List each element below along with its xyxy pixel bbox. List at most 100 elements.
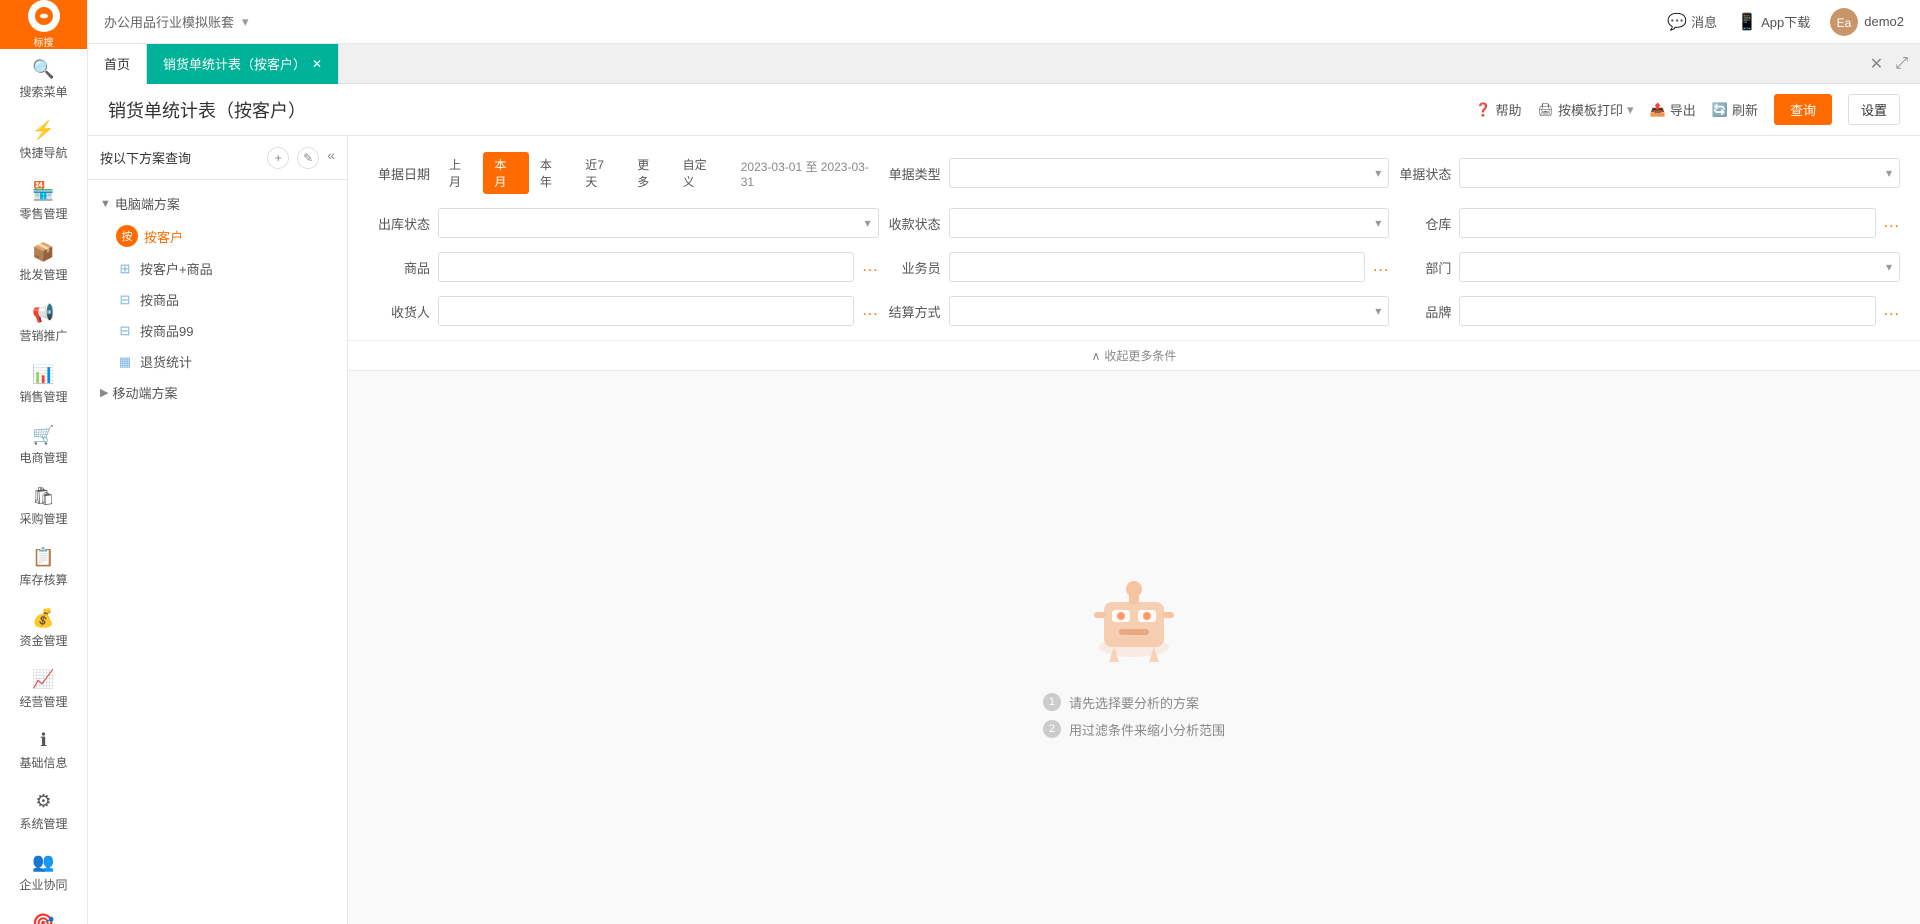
sidebar-item-5[interactable]: 📊销售管理 [0, 354, 88, 415]
type-select[interactable] [949, 158, 1390, 188]
goods-dots-button[interactable]: ... [862, 258, 878, 276]
date-tab-this-month[interactable]: 本月 [483, 152, 528, 194]
add-scheme-button[interactable]: + [267, 147, 289, 169]
warehouse-dots-button[interactable]: ... [1884, 214, 1900, 232]
staff-dots-button[interactable]: ... [1373, 258, 1389, 276]
sidebar-label-3: 批发管理 [19, 266, 67, 283]
settle-select[interactable] [949, 296, 1390, 326]
tree-item-icon-return: ▦ [116, 353, 134, 371]
app-download-button[interactable]: 📱 App下载 [1737, 12, 1810, 32]
message-button[interactable]: 💬 消息 [1667, 12, 1717, 32]
date-tab-last-month[interactable]: 上月 [438, 152, 483, 194]
sidebar-item-1[interactable]: ⚡快捷导航 [0, 110, 88, 171]
logo-text: 标搜 [34, 34, 54, 49]
tab-sales-stats[interactable]: 销货单统计表（按客户） ✕ [147, 44, 339, 84]
settings-button[interactable]: 设置 [1848, 94, 1900, 125]
tree-item-return-label: 退货统计 [140, 352, 192, 371]
help-button[interactable]: ❓ 帮助 [1475, 100, 1521, 119]
refresh-icon: 🔄 [1712, 102, 1728, 118]
sidebar-item-11[interactable]: ℹ基础信息 [0, 720, 88, 781]
date-tab-7days[interactable]: 近7天 [574, 152, 626, 194]
goods-input[interactable] [438, 252, 854, 282]
collapse-filter-button[interactable]: ∧ 收起更多条件 [348, 340, 1920, 370]
sidebar-item-4[interactable]: 📢营销推广 [0, 293, 88, 354]
tree-group-mobile-header[interactable]: ▶ 移动端方案 [88, 377, 347, 408]
out-status-select[interactable] [438, 208, 879, 238]
tree-item-customer-label: 按客户 [144, 227, 183, 246]
help-label: 帮助 [1495, 100, 1521, 119]
staff-control: ... [949, 252, 1390, 282]
export-icon: 📤 [1650, 102, 1666, 118]
tree-item-by-goods99[interactable]: ⊟ 按商品99 [88, 315, 347, 346]
sidebar-item-0[interactable]: 🔍搜索菜单 [0, 49, 88, 110]
print-button[interactable]: 🖨 按模板打印 ▾ [1538, 100, 1634, 119]
receiver-dots-button[interactable]: ... [862, 302, 878, 320]
logo-icon [28, 0, 60, 32]
app-logo: 标搜 [0, 0, 88, 49]
brand-dots-button[interactable]: ... [1884, 302, 1900, 320]
sidebar-icon-0: 🔍 [32, 59, 54, 80]
payment-status-control [949, 208, 1390, 238]
sidebar-label-8: 库存核算 [19, 571, 67, 588]
edit-icon: ✎ [303, 151, 313, 165]
sidebar-icon-5: 📊 [32, 364, 54, 385]
brand-input[interactable] [1459, 296, 1875, 326]
date-range-display: 2023-03-01 至 2023-03-31 [741, 158, 879, 189]
sidebar-item-6[interactable]: 🛒电商管理 [0, 415, 88, 476]
payment-status-select[interactable] [949, 208, 1390, 238]
collapse-panel-button[interactable]: « [327, 147, 335, 169]
tree-item-by-goods[interactable]: ⊟ 按商品 [88, 284, 347, 315]
tree-arrow-right-icon: ▶ [100, 386, 108, 399]
sidebar-icon-2: 🏪 [32, 181, 54, 202]
sidebar-icon-8: 📋 [32, 547, 54, 568]
header-chevron[interactable]: ▾ [242, 14, 249, 30]
tree-item-by-customer[interactable]: 按 按客户 [88, 219, 347, 253]
sidebar-icon-13: 👥 [32, 852, 54, 873]
refresh-button[interactable]: 🔄 刷新 [1712, 100, 1758, 119]
sidebar-item-7[interactable]: 🛍采购管理 [0, 476, 88, 537]
brand-label: 品牌 [1389, 302, 1459, 321]
tab-close-all-button[interactable]: ✕ [1870, 54, 1883, 74]
sidebar-label-12: 系统管理 [19, 815, 67, 832]
user-area[interactable]: demo2 [1830, 8, 1904, 36]
tab-close-button[interactable]: ✕ [312, 57, 322, 71]
tab-home[interactable]: 首页 [88, 44, 147, 84]
date-tab-custom[interactable]: 自定义 [672, 152, 729, 194]
sidebar-item-9[interactable]: 💰资金管理 [0, 598, 88, 659]
sidebar-item-10[interactable]: 📈经营管理 [0, 659, 88, 720]
date-tab-more[interactable]: 更多 [626, 152, 671, 194]
type-label: 单据类型 [879, 164, 949, 183]
dept-select[interactable] [1459, 252, 1900, 282]
date-tab-this-year[interactable]: 本年 [529, 152, 574, 194]
sidebar-item-12[interactable]: ⚙系统管理 [0, 781, 88, 842]
edit-scheme-button[interactable]: ✎ [297, 147, 319, 169]
query-button[interactable]: 查询 [1774, 94, 1832, 125]
sidebar-item-8[interactable]: 📋 库存核算 [0, 537, 88, 598]
sidebar-item-14[interactable]: 🎯新手引导 [0, 903, 88, 924]
tree-item-by-customer-goods[interactable]: ⊞ 按客户+商品 [88, 253, 347, 284]
message-icon: 💬 [1667, 12, 1687, 32]
empty-tips: 1 请先选择要分析的方案 2 用过滤条件来缩小分析范围 [1043, 693, 1225, 739]
date-tabs: 上月 本月 本年 近7天 更多 自定义 2023-03-01 至 2023-03… [438, 152, 879, 194]
tab-fullscreen-button[interactable]: ⤢ [1895, 55, 1908, 73]
tree-group-pc: ▼ 电脑端方案 按 按客户 ⊞ 按客户+商品 ⊟ 按商品 [88, 188, 347, 377]
sidebar-item-3[interactable]: 📦批发管理 [0, 232, 88, 293]
warehouse-input[interactable] [1459, 208, 1875, 238]
sidebar-item-13[interactable]: 👥企业协同 [0, 842, 88, 903]
receiver-input[interactable] [438, 296, 854, 326]
tree-group-pc-header[interactable]: ▼ 电脑端方案 [88, 188, 347, 219]
print-icon: 🖨 [1538, 102, 1555, 118]
collapse-arrow-icon: ∧ [1092, 349, 1101, 363]
sidebar: 标搜 🔍搜索菜单⚡快捷导航🏪零售管理📦批发管理📢营销推广📊销售管理🛒电商管理🛍采… [0, 0, 88, 924]
export-button[interactable]: 📤 导出 [1650, 100, 1696, 119]
tree-item-return-stats[interactable]: ▦ 退货统计 [88, 346, 347, 377]
add-icon: + [275, 151, 282, 165]
tree-item-icon-goods: ⊟ [116, 291, 134, 309]
sidebar-label-7: 采购管理 [19, 510, 67, 527]
staff-input[interactable] [949, 252, 1365, 282]
sidebar-label-1: 快捷导航 [19, 144, 67, 161]
status-select[interactable] [1459, 158, 1900, 188]
header-left: 办公用品行业模拟账套 ▾ [104, 12, 249, 31]
sidebar-item-2[interactable]: 🏪零售管理 [0, 171, 88, 232]
inner-layout: 按以下方案查询 + ✎ « ▼ [88, 136, 1920, 924]
